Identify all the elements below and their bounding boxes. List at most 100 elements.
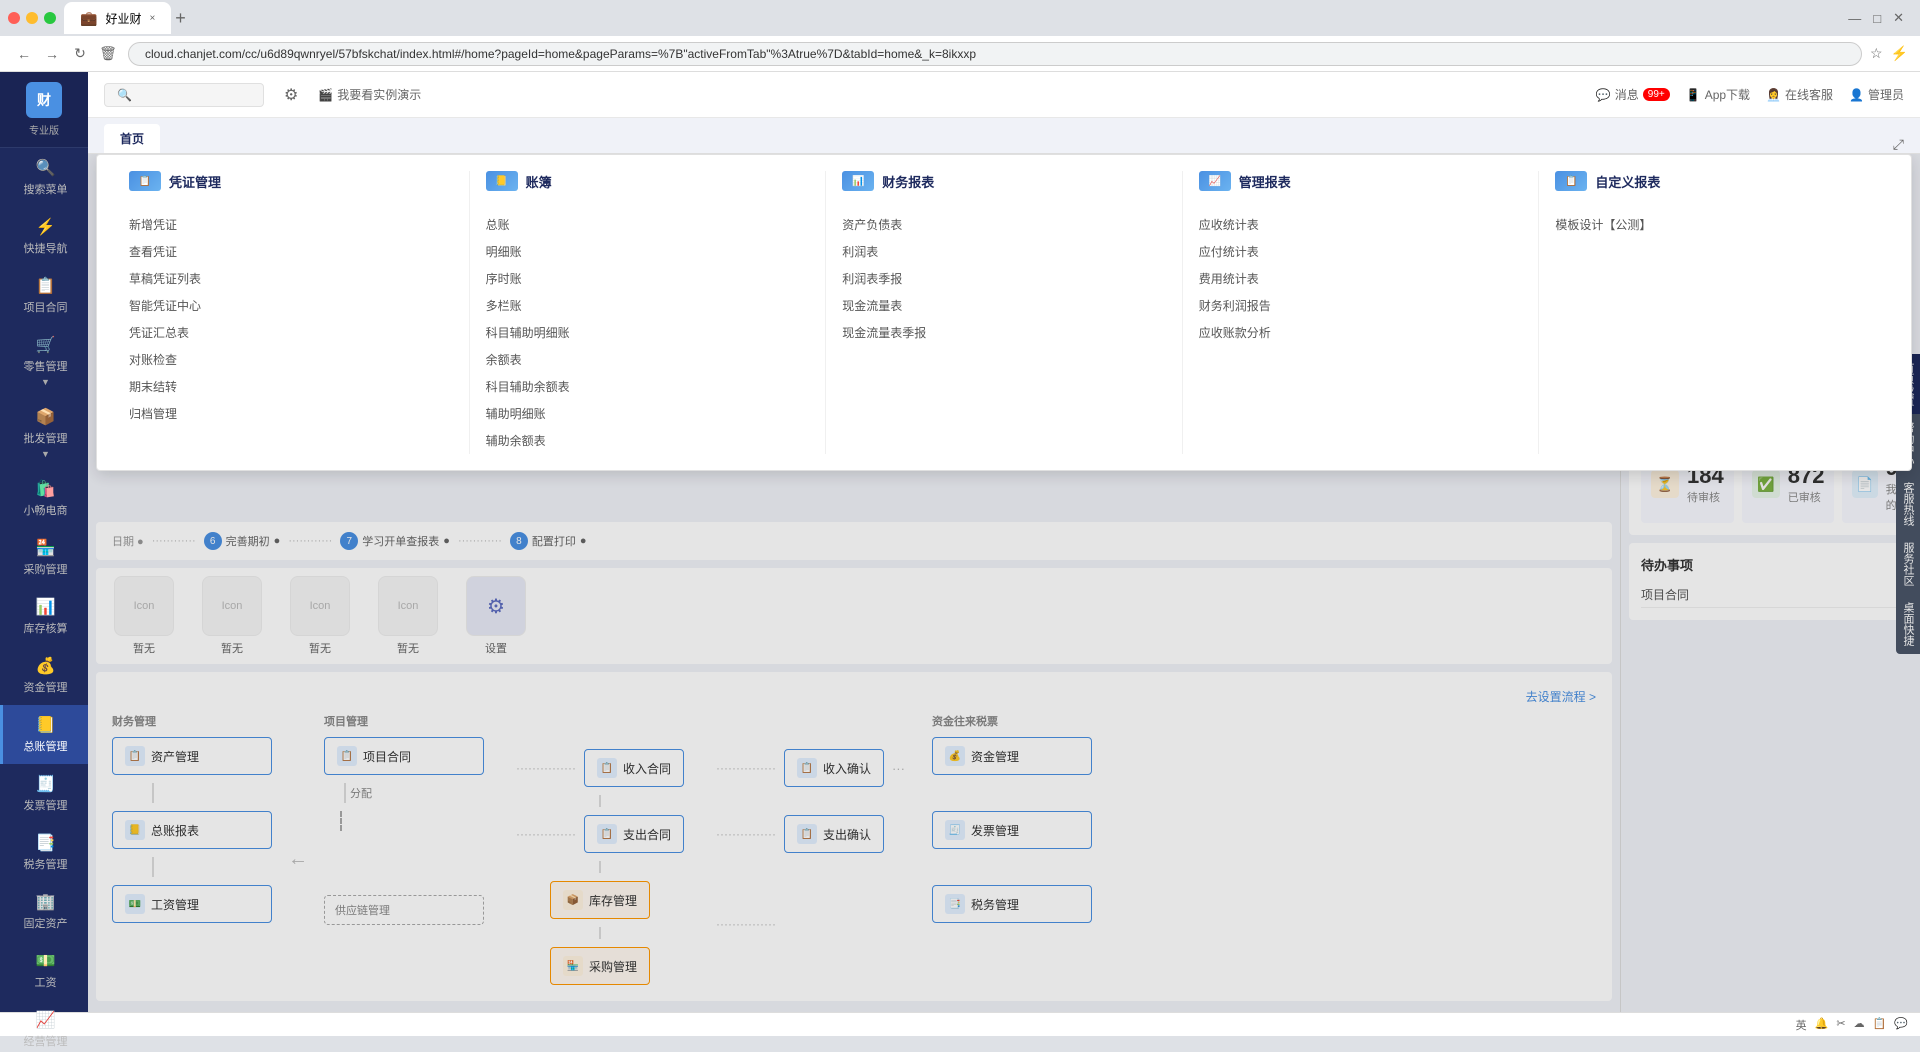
sidebar-item-inventory[interactable]: 📊 库存核算 bbox=[0, 587, 88, 646]
sidebar-item-funds[interactable]: 💰 资金管理 bbox=[0, 646, 88, 705]
message-btn[interactable]: 💬 消息 99+ bbox=[1596, 86, 1670, 103]
sidebar-item-search[interactable]: 🔍 搜索菜单 bbox=[0, 148, 88, 207]
sidebar-item-invoice[interactable]: 🧾 发票管理 bbox=[0, 764, 88, 823]
sidebar-label-tax: 税务管理 bbox=[24, 856, 68, 872]
sidebar-item-accounting[interactable]: 📒 总账管理 bbox=[0, 705, 88, 764]
app-download-label: App下载 bbox=[1705, 86, 1750, 103]
menu-item-income-statement[interactable]: 利润表 bbox=[842, 238, 1166, 265]
sidebar-label-purchase: 采购管理 bbox=[24, 561, 68, 577]
sidebar-item-payroll[interactable]: 💵 工资 bbox=[0, 941, 88, 1000]
demo-btn[interactable]: 🎬 我要看实例演示 bbox=[318, 86, 421, 103]
sidebar-item-purchase[interactable]: 🏪 采购管理 bbox=[0, 528, 88, 587]
sidebar-item-operations[interactable]: 📈 经营管理 bbox=[0, 1000, 88, 1052]
tab-home[interactable]: 首页 bbox=[104, 124, 160, 153]
menu-item-receivable[interactable]: 应收统计表 bbox=[1199, 211, 1523, 238]
menu-item-aux-balance[interactable]: 辅助余额表 bbox=[486, 427, 810, 454]
forward-btn[interactable]: → bbox=[40, 42, 64, 66]
menu-item-voucher-summary[interactable]: 凭证汇总表 bbox=[129, 319, 453, 346]
window-max-btn[interactable] bbox=[44, 12, 56, 24]
menu-item-income-quarterly[interactable]: 利润表季报 bbox=[842, 265, 1166, 292]
menu-item-aux-detail[interactable]: 辅助明细账 bbox=[486, 400, 810, 427]
status-scissors[interactable]: ✂ bbox=[1836, 1017, 1845, 1033]
browser-chrome: 💼 好业财 × + — □ ✕ bbox=[0, 0, 1920, 36]
menu-item-draft-voucher[interactable]: 草稿凭证列表 bbox=[129, 265, 453, 292]
management-icon: 📈 bbox=[1199, 171, 1231, 191]
ledger-title: 账簿 bbox=[526, 172, 552, 191]
menu-item-cashflow[interactable]: 现金流量表 bbox=[842, 292, 1166, 319]
sidebar-item-tax[interactable]: 📑 税务管理 bbox=[0, 823, 88, 882]
sidebar-label-shortcuts: 快捷导航 bbox=[24, 240, 68, 256]
sidebar-label-ecommerce: 小畅电商 bbox=[24, 502, 68, 518]
menu-item-subject-aux-balance[interactable]: 科目辅助余额表 bbox=[486, 373, 810, 400]
menu-item-template-design[interactable]: 模板设计【公测】 bbox=[1555, 211, 1620, 238]
message-icon: 💬 bbox=[1596, 88, 1611, 102]
sidebar-item-fixed-assets[interactable]: 🏢 固定资产 bbox=[0, 882, 88, 941]
menu-item-add-voucher[interactable]: 新增凭证 bbox=[129, 211, 453, 238]
sidebar-item-retail[interactable]: 🛒 零售管理 ▼ bbox=[0, 325, 88, 397]
browser-frame: 💼 好业财 × + — □ ✕ ← → ↻ 🗑 ☆ ⚡ 财 bbox=[0, 0, 1920, 1052]
home-tab-label: 首页 bbox=[120, 132, 144, 146]
financial-title: 财务报表 bbox=[882, 172, 934, 191]
menu-item-financial-profit[interactable]: 财务利润报告 bbox=[1199, 292, 1523, 319]
status-clipboard[interactable]: 📋 bbox=[1873, 1017, 1887, 1033]
menu-section-custom: 📋 自定义报表 模板设计【公测】 bbox=[1539, 171, 1620, 454]
expand-icon[interactable]: ⤢ bbox=[1893, 136, 1904, 153]
menu-item-expense[interactable]: 费用统计表 bbox=[1199, 265, 1523, 292]
settings-gear-nav[interactable]: ⚙ bbox=[284, 85, 298, 105]
window-close-btn[interactable] bbox=[8, 12, 20, 24]
extension-icon[interactable]: ⚡ bbox=[1891, 45, 1908, 62]
status-icons: 英 🔔 ✂ ☁ 📋 💬 bbox=[1796, 1017, 1908, 1033]
content-inner: 📋 凭证管理 新增凭证 查看凭证 草稿凭证列表 智能凭证中心 凭证汇总表 对账检… bbox=[88, 154, 1920, 1012]
service-icon: 👩‍💼 bbox=[1766, 88, 1781, 102]
sidebar-label-projects: 项目合同 bbox=[24, 299, 68, 315]
menu-item-period-close[interactable]: 期末结转 bbox=[129, 373, 453, 400]
menu-item-reconcile[interactable]: 对账检查 bbox=[129, 346, 453, 373]
menu-item-subject-aux[interactable]: 科目辅助明细账 bbox=[486, 319, 810, 346]
url-input[interactable] bbox=[128, 42, 1862, 66]
status-lang[interactable]: 英 bbox=[1796, 1017, 1807, 1033]
tab-close-btn[interactable]: × bbox=[149, 13, 155, 24]
browser-tab-title: 好业财 bbox=[105, 10, 141, 27]
custom-title: 自定义报表 bbox=[1595, 172, 1620, 191]
browser-tab-active[interactable]: 💼 好业财 × bbox=[64, 2, 171, 34]
tab-bar: 💼 好业财 × + bbox=[64, 2, 1840, 34]
sidebar-item-wholesale[interactable]: 📦 批发管理 ▼ bbox=[0, 397, 88, 469]
sidebar-item-projects[interactable]: 📋 项目合同 bbox=[0, 266, 88, 325]
delete-btn[interactable]: 🗑 bbox=[96, 42, 120, 66]
maximize-icon[interactable]: □ bbox=[1873, 11, 1881, 26]
new-tab-btn[interactable]: + bbox=[175, 8, 186, 29]
status-bell[interactable]: 🔔 bbox=[1815, 1017, 1829, 1033]
menu-item-archive[interactable]: 归档管理 bbox=[129, 400, 453, 427]
window-min-btn[interactable] bbox=[26, 12, 38, 24]
refresh-btn[interactable]: ↻ bbox=[68, 42, 92, 66]
search-box[interactable]: 🔍 bbox=[104, 83, 264, 107]
custom-header: 📋 自定义报表 bbox=[1555, 171, 1620, 199]
status-cloud[interactable]: ☁ bbox=[1854, 1017, 1865, 1033]
sidebar-item-shortcuts[interactable]: ⚡ 快捷导航 bbox=[0, 207, 88, 266]
menu-item-detailed-ledger[interactable]: 明细账 bbox=[486, 238, 810, 265]
demo-icon: 🎬 bbox=[318, 88, 333, 102]
status-chat[interactable]: 💬 bbox=[1894, 1017, 1908, 1033]
menu-item-payable[interactable]: 应付统计表 bbox=[1199, 238, 1523, 265]
minimize-icon[interactable]: — bbox=[1848, 11, 1861, 26]
menu-item-balance-sheet[interactable]: 资产负债表 bbox=[842, 211, 1166, 238]
menu-item-view-voucher[interactable]: 查看凭证 bbox=[129, 238, 453, 265]
menu-item-cashflow-quarterly[interactable]: 现金流量表季报 bbox=[842, 319, 1166, 346]
sidebar-label-wholesale: 批发管理 bbox=[24, 430, 68, 446]
menu-item-chronological[interactable]: 序时账 bbox=[486, 265, 810, 292]
voucher-icon: 📋 bbox=[129, 171, 161, 191]
menu-section-voucher: 📋 凭证管理 新增凭证 查看凭证 草稿凭证列表 智能凭证中心 凭证汇总表 对账检… bbox=[113, 171, 470, 454]
menu-item-balance-table[interactable]: 余额表 bbox=[486, 346, 810, 373]
sidebar-item-ecommerce[interactable]: 🛍️ 小畅电商 bbox=[0, 469, 88, 528]
menu-item-multicolumn[interactable]: 多栏账 bbox=[486, 292, 810, 319]
menu-item-general-ledger[interactable]: 总账 bbox=[486, 211, 810, 238]
back-btn[interactable]: ← bbox=[12, 42, 36, 66]
bookmark-icon[interactable]: ☆ bbox=[1870, 45, 1883, 62]
user-avatar-btn[interactable]: 👤 管理员 bbox=[1849, 86, 1904, 103]
menu-item-receivable-analysis[interactable]: 应收账款分析 bbox=[1199, 319, 1523, 346]
online-service-btn[interactable]: 👩‍💼 在线客服 bbox=[1766, 86, 1833, 103]
operations-icon: 📈 bbox=[36, 1010, 56, 1030]
menu-item-smart-voucher[interactable]: 智能凭证中心 bbox=[129, 292, 453, 319]
app-download-btn[interactable]: 📱 App下载 bbox=[1686, 86, 1750, 103]
close-icon[interactable]: ✕ bbox=[1893, 10, 1904, 26]
